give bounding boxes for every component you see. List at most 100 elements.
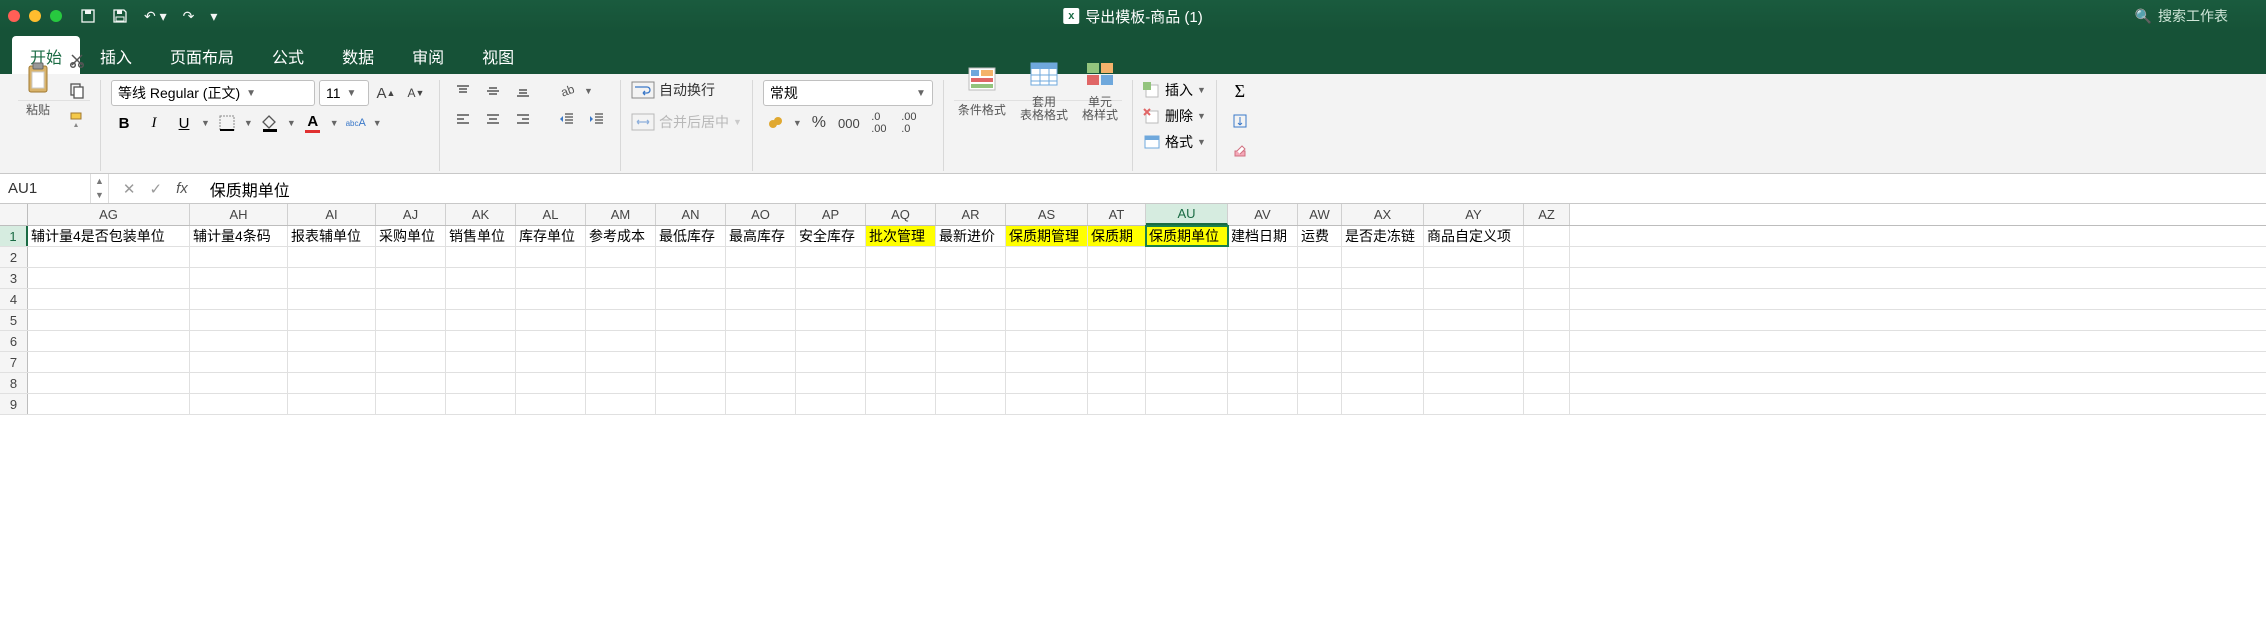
percent-button[interactable]: % [806, 112, 832, 134]
cell-AU8[interactable] [1146, 373, 1228, 393]
column-header-AL[interactable]: AL [516, 204, 586, 225]
row-header-9[interactable]: 9 [0, 394, 28, 414]
cell-AZ3[interactable] [1524, 268, 1570, 288]
cell-AG8[interactable] [28, 373, 190, 393]
cell-AT3[interactable] [1088, 268, 1146, 288]
cell-AP2[interactable] [796, 247, 866, 267]
cell-AW2[interactable] [1298, 247, 1342, 267]
cell-AL6[interactable] [516, 331, 586, 351]
autosum-button[interactable]: Σ [1227, 80, 1253, 102]
cell-AI3[interactable] [288, 268, 376, 288]
cell-AI8[interactable] [288, 373, 376, 393]
cell-AY3[interactable] [1424, 268, 1524, 288]
autosave-icon[interactable] [80, 8, 96, 24]
cell-AM5[interactable] [586, 310, 656, 330]
cell-AT4[interactable] [1088, 289, 1146, 309]
cell-AP3[interactable] [796, 268, 866, 288]
cell-AR8[interactable] [936, 373, 1006, 393]
cell-AS6[interactable] [1006, 331, 1088, 351]
cell-AM3[interactable] [586, 268, 656, 288]
cell-AZ9[interactable] [1524, 394, 1570, 414]
cell-AQ5[interactable] [866, 310, 936, 330]
cell-AS8[interactable] [1006, 373, 1088, 393]
cell-AL4[interactable] [516, 289, 586, 309]
shrink-font-button[interactable]: A▼ [403, 82, 429, 104]
cell-AR9[interactable] [936, 394, 1006, 414]
row-header-1[interactable]: 1 [0, 226, 28, 246]
cell-AH9[interactable] [190, 394, 288, 414]
cell-AN5[interactable] [656, 310, 726, 330]
cell-AR2[interactable] [936, 247, 1006, 267]
cell-AW8[interactable] [1298, 373, 1342, 393]
phonetic-button[interactable]: abcA [343, 112, 369, 134]
cancel-formula-icon[interactable]: ✕ [123, 180, 136, 198]
cell-AJ9[interactable] [376, 394, 446, 414]
undo-icon[interactable]: ↶ ▾ [144, 8, 167, 25]
cell-AJ7[interactable] [376, 352, 446, 372]
insert-cells-button[interactable]: 插入▼ [1143, 80, 1206, 100]
cell-AT7[interactable] [1088, 352, 1146, 372]
cell-AI5[interactable] [288, 310, 376, 330]
cell-AU6[interactable] [1146, 331, 1228, 351]
cell-AQ2[interactable] [866, 247, 936, 267]
cell-AY8[interactable] [1424, 373, 1524, 393]
italic-button[interactable]: I [141, 112, 167, 134]
cell-AT6[interactable] [1088, 331, 1146, 351]
number-format-select[interactable]: 常规▼ [763, 80, 933, 106]
underline-button[interactable]: U [171, 112, 197, 134]
cell-AN9[interactable] [656, 394, 726, 414]
cell-AT1[interactable]: 保质期 [1088, 226, 1146, 246]
cell-AK3[interactable] [446, 268, 516, 288]
cell-AM6[interactable] [586, 331, 656, 351]
cell-AJ1[interactable]: 采购单位 [376, 226, 446, 246]
cell-AM8[interactable] [586, 373, 656, 393]
cell-AJ3[interactable] [376, 268, 446, 288]
cell-AG6[interactable] [28, 331, 190, 351]
cell-AU1[interactable]: 保质期单位 [1146, 226, 1228, 246]
cell-AU7[interactable] [1146, 352, 1228, 372]
font-color-button[interactable]: A [300, 112, 326, 134]
row-header-3[interactable]: 3 [0, 268, 28, 288]
column-header-AN[interactable]: AN [656, 204, 726, 225]
cell-AX2[interactable] [1342, 247, 1424, 267]
cell-AL3[interactable] [516, 268, 586, 288]
cell-AJ2[interactable] [376, 247, 446, 267]
increase-decimal-button[interactable]: .0.00 [866, 112, 892, 134]
row-header-5[interactable]: 5 [0, 310, 28, 330]
cell-AW5[interactable] [1298, 310, 1342, 330]
tab-formulas[interactable]: 公式 [254, 36, 322, 74]
cell-AG9[interactable] [28, 394, 190, 414]
tab-review[interactable]: 审阅 [394, 36, 462, 74]
cell-AR5[interactable] [936, 310, 1006, 330]
cell-AH5[interactable] [190, 310, 288, 330]
font-size-select[interactable]: 11▼ [319, 80, 369, 106]
cell-AW3[interactable] [1298, 268, 1342, 288]
cell-AG1[interactable]: 辅计量4是否包装单位 [28, 226, 190, 246]
cell-AU3[interactable] [1146, 268, 1228, 288]
align-left-button[interactable] [450, 108, 476, 130]
cell-AK4[interactable] [446, 289, 516, 309]
column-header-AZ[interactable]: AZ [1524, 204, 1570, 225]
column-header-AX[interactable]: AX [1342, 204, 1424, 225]
cell-AI4[interactable] [288, 289, 376, 309]
cell-AH7[interactable] [190, 352, 288, 372]
format-painter-button[interactable] [64, 109, 90, 131]
cell-AU5[interactable] [1146, 310, 1228, 330]
merge-center-button[interactable]: 合并后居中 ▼ [631, 112, 742, 132]
increase-indent-button[interactable] [584, 108, 610, 130]
cell-AI6[interactable] [288, 331, 376, 351]
cell-AK5[interactable] [446, 310, 516, 330]
cell-AZ6[interactable] [1524, 331, 1570, 351]
formula-input[interactable]: 保质期单位 [202, 177, 2266, 201]
column-header-AR[interactable]: AR [936, 204, 1006, 225]
cell-AR7[interactable] [936, 352, 1006, 372]
cell-AR1[interactable]: 最新进价 [936, 226, 1006, 246]
cell-AJ6[interactable] [376, 331, 446, 351]
column-header-AT[interactable]: AT [1088, 204, 1146, 225]
column-header-AW[interactable]: AW [1298, 204, 1342, 225]
search-input[interactable] [2158, 8, 2258, 24]
decrease-decimal-button[interactable]: .00.0 [896, 112, 922, 134]
cell-AM1[interactable]: 参考成本 [586, 226, 656, 246]
cell-AH8[interactable] [190, 373, 288, 393]
cell-AX4[interactable] [1342, 289, 1424, 309]
